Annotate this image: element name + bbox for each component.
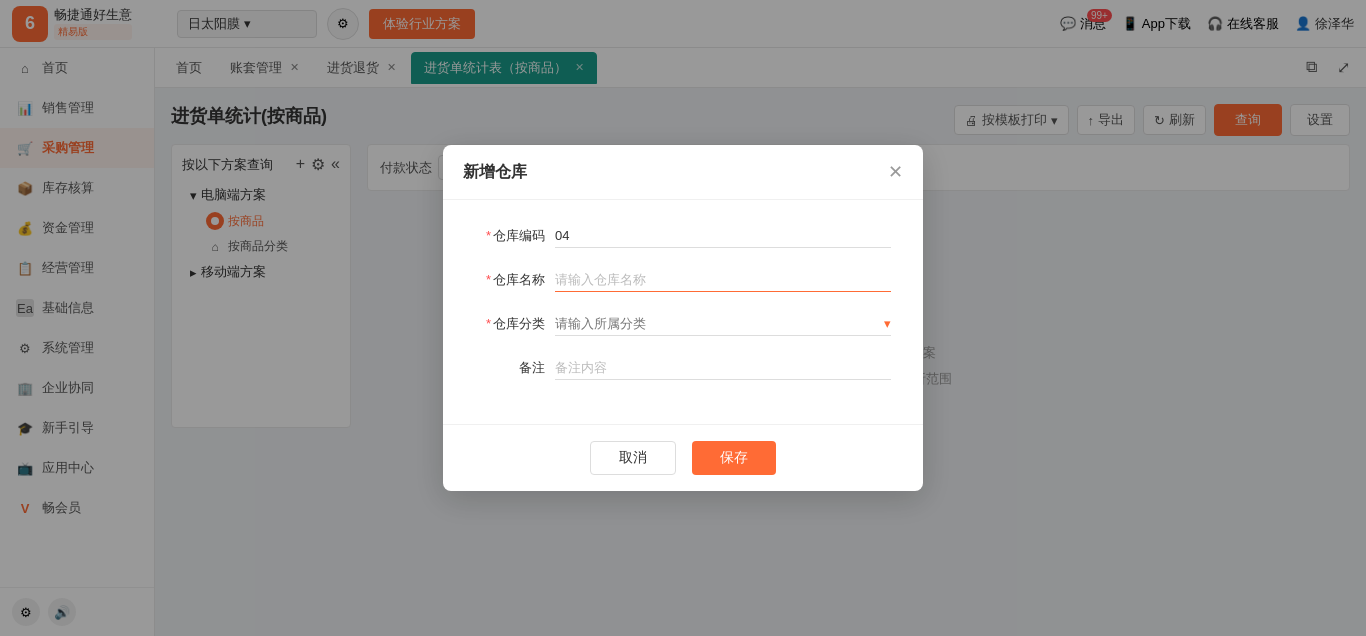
warehouse-category-select[interactable]: ▾ [555, 312, 891, 336]
warehouse-note-row: 备注 [475, 356, 891, 380]
modal-new-warehouse: 新增仓库 ✕ 仓库编码 仓库名称 仓库分类 ▾ 备注 [443, 145, 923, 491]
modal-body: 仓库编码 仓库名称 仓库分类 ▾ 备注 [443, 200, 923, 424]
warehouse-category-label: 仓库分类 [475, 315, 555, 333]
warehouse-note-input[interactable] [555, 356, 891, 380]
warehouse-name-input[interactable] [555, 268, 891, 292]
warehouse-category-row: 仓库分类 ▾ [475, 312, 891, 336]
cancel-button[interactable]: 取消 [590, 441, 676, 475]
modal-close-button[interactable]: ✕ [888, 161, 903, 183]
warehouse-note-label: 备注 [475, 359, 555, 377]
warehouse-category-input[interactable] [555, 316, 884, 331]
modal-header: 新增仓库 ✕ [443, 145, 923, 200]
modal-overlay[interactable]: 新增仓库 ✕ 仓库编码 仓库名称 仓库分类 ▾ 备注 [0, 0, 1366, 636]
warehouse-name-row: 仓库名称 [475, 268, 891, 292]
category-chevron-icon: ▾ [884, 316, 891, 331]
warehouse-code-input[interactable] [555, 224, 891, 248]
warehouse-name-label: 仓库名称 [475, 271, 555, 289]
save-button[interactable]: 保存 [692, 441, 776, 475]
modal-footer: 取消 保存 [443, 424, 923, 491]
warehouse-code-label: 仓库编码 [475, 227, 555, 245]
modal-title: 新增仓库 [463, 162, 527, 183]
warehouse-code-row: 仓库编码 [475, 224, 891, 248]
